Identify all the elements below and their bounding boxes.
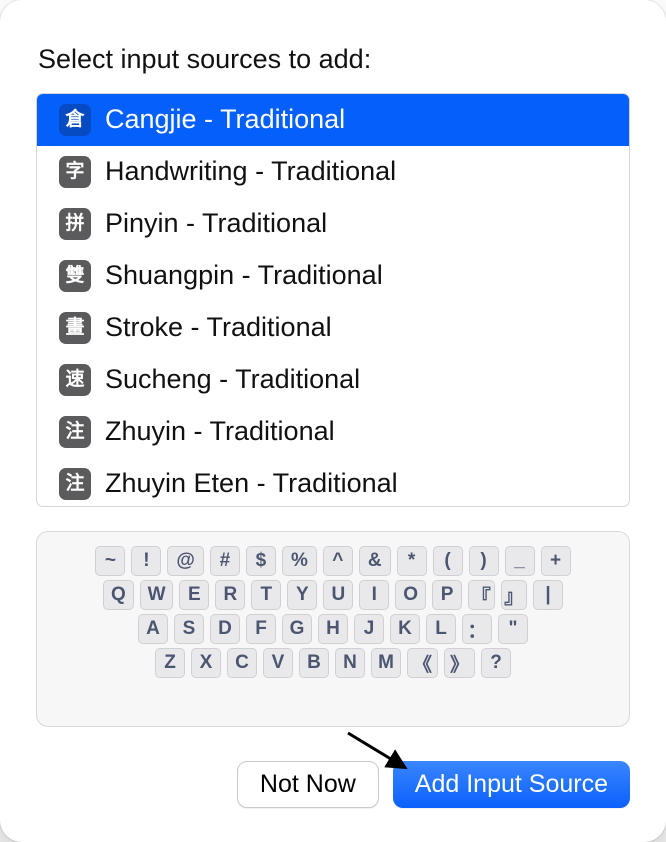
keyboard-key-blank [47,648,149,678]
keyboard-key: 『 [468,580,494,610]
keyboard-key-blank [130,682,207,712]
keyboard-key: K [390,614,420,644]
keyboard-key: B [299,648,329,678]
keyboard-key: M [371,648,401,678]
keyboard-key: @ [167,546,204,576]
keyboard-key: ! [131,546,161,576]
keyboard-key: H [318,614,348,644]
keyboard-key: O [395,580,426,610]
input-source-label: Stroke - Traditional [105,313,607,343]
keyboard-key-blank [47,682,124,712]
keyboard-key: J [354,614,384,644]
input-source-label: Zhuyin Eten - Traditional [105,469,607,499]
input-source-label: Shuangpin - Traditional [105,261,607,291]
keyboard-key: C [227,648,257,678]
keyboard-preview: ~!@#$%^&*()_+ QWERTYUIOP『』| ASDFGHJKL：" ZXC… [36,531,630,727]
keyboard-key-blank [295,682,372,712]
keyboard-key: I [359,580,389,610]
keyboard-key: ~ [95,546,125,576]
input-source-icon: 注 [59,416,91,448]
keyboard-key: G [282,614,312,644]
keyboard-key-blank [377,682,454,712]
input-source-row[interactable]: 注 Zhuyin - Traditional [37,406,629,458]
input-source-row[interactable]: 注 Zhuyin Eten - Traditional [37,458,629,507]
input-source-icon: 注 [59,468,91,500]
input-source-icon: 倉 [59,104,91,136]
keyboard-key: % [282,546,317,576]
input-source-row[interactable]: 字 Handwriting - Traditional [37,146,629,198]
keyboard-key: D [210,614,240,644]
keyboard-key: 』 [501,580,527,610]
input-source-row[interactable]: 速 Sucheng - Traditional [37,354,629,406]
keyboard-key-blank [542,682,619,712]
keyboard-key: F [246,614,276,644]
keyboard-key: V [263,648,293,678]
keyboard-key: ) [469,546,499,576]
keyboard-key-blank [46,614,132,644]
keyboard-key: A [138,614,168,644]
keyboard-key: # [210,546,240,576]
keyboard-key: W [140,580,174,610]
keyboard-key: ： [462,614,492,644]
keyboard-key: _ [505,546,535,576]
input-source-row[interactable]: 雙 Shuangpin - Traditional [37,250,629,302]
prompt-label: Select input sources to add: [38,44,628,75]
keyboard-key: S [174,614,204,644]
keyboard-key-blank [569,580,619,610]
keyboard-key: ( [433,546,463,576]
input-source-icon: 拼 [59,208,91,240]
input-source-row[interactable]: 畫 Stroke - Traditional [37,302,629,354]
keyboard-key: X [191,648,221,678]
input-source-row[interactable]: 倉 Cangjie - Traditional [37,94,629,146]
keyboard-key: & [359,546,391,576]
keyboard-key: N [335,648,365,678]
keyboard-key: ? [481,648,511,678]
keyboard-key: + [541,546,571,576]
input-source-list[interactable]: 倉 Cangjie - Traditional 字 Handwriting - Tra… [36,93,630,507]
keyboard-key: 》 [444,648,475,678]
keyboard-key-blank [534,614,620,644]
keyboard-key: T [251,580,281,610]
input-source-label: Handwriting - Traditional [105,157,607,187]
dialog-actions: Not Now Add Input Source [36,761,630,808]
input-source-label: Cangjie - Traditional [105,105,607,135]
input-source-row[interactable]: 拼 Pinyin - Traditional [37,198,629,250]
input-source-label: Sucheng - Traditional [105,365,607,395]
keyboard-key: E [179,580,209,610]
keyboard-key: Q [103,580,134,610]
keyboard-key: Y [287,580,317,610]
keyboard-key: 《 [407,648,438,678]
keyboard-key: Z [155,648,185,678]
keyboard-key-blank [212,682,289,712]
input-source-icon: 雙 [59,260,91,292]
input-source-icon: 畫 [59,312,91,344]
not-now-button[interactable]: Not Now [237,761,379,808]
keyboard-key-blank [47,580,97,610]
add-input-source-button[interactable]: Add Input Source [393,761,630,808]
keyboard-key: * [397,546,427,576]
keyboard-key: U [323,580,353,610]
input-source-label: Pinyin - Traditional [105,209,607,239]
input-source-icon: 字 [59,156,91,188]
input-source-icon: 速 [59,364,91,396]
keyboard-key: " [498,614,528,644]
keyboard-key: L [426,614,456,644]
keyboard-key-blank [517,648,619,678]
keyboard-key: ^ [323,546,353,576]
keyboard-key: | [533,580,563,610]
keyboard-key: R [215,580,245,610]
keyboard-key: P [432,580,462,610]
keyboard-key-blank [460,682,537,712]
input-source-label: Zhuyin - Traditional [105,417,607,447]
keyboard-key: $ [246,546,276,576]
